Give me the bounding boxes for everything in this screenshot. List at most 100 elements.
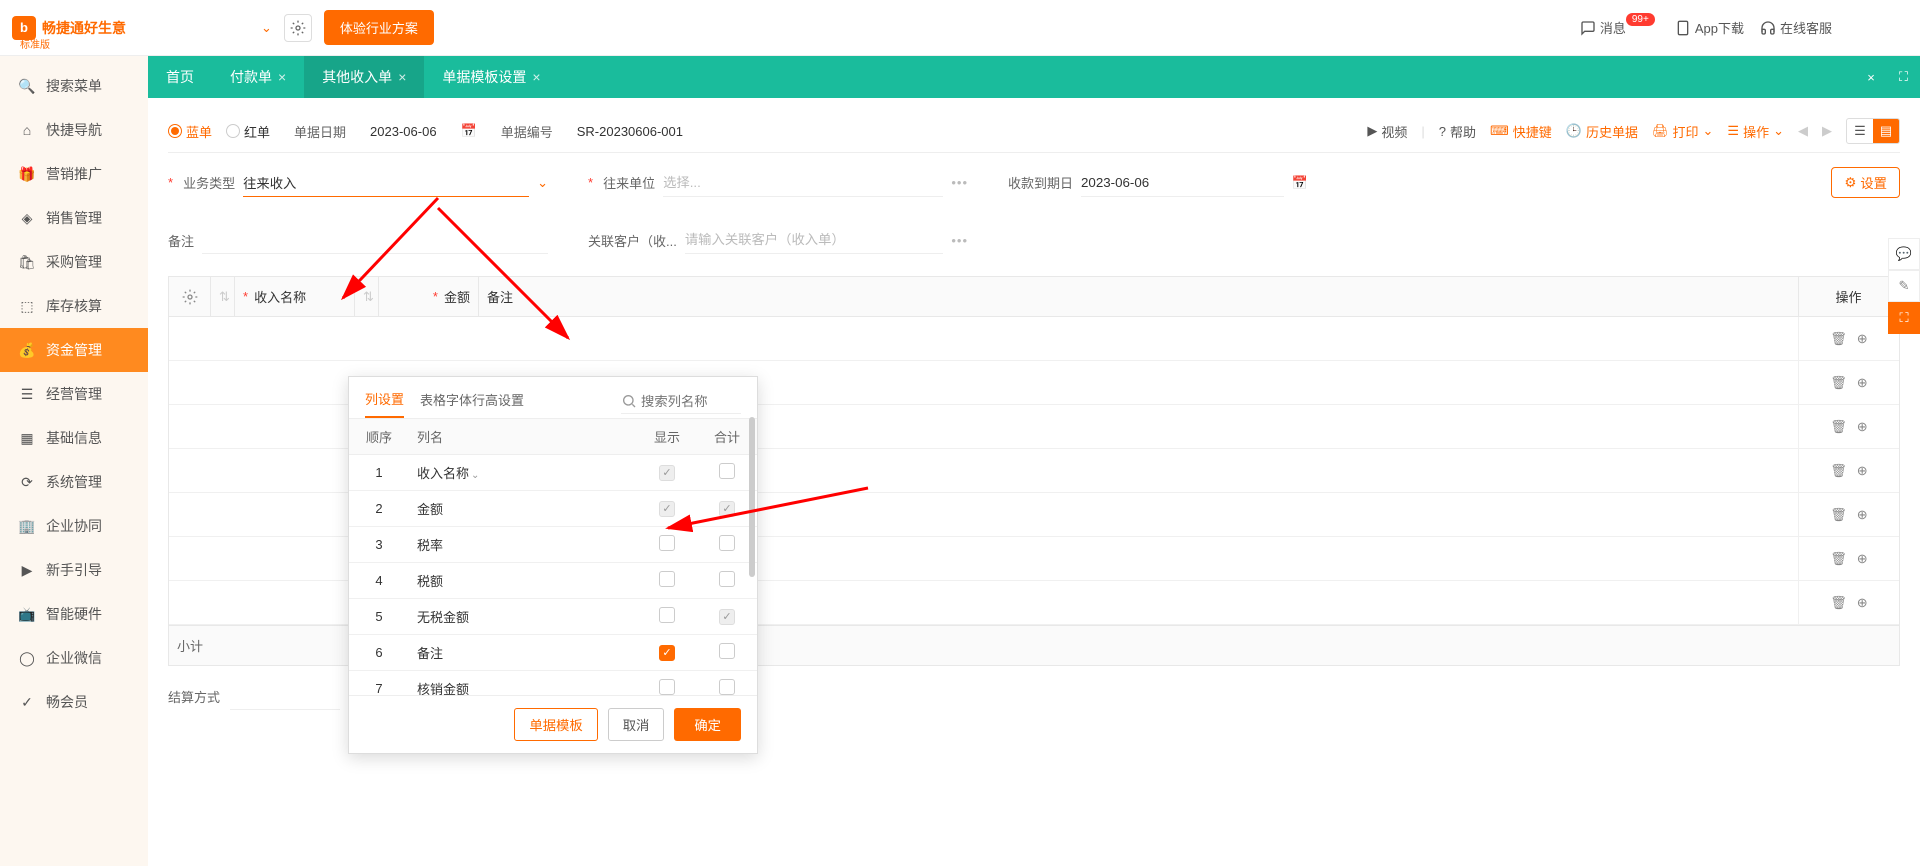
radio-red[interactable]: 红单 [226, 122, 270, 141]
close-icon[interactable]: × [532, 69, 540, 85]
sidebar-item-finance[interactable]: 💰资金管理 [0, 328, 148, 372]
checkbox[interactable] [659, 607, 675, 623]
checkbox[interactable] [659, 501, 675, 517]
tab-home[interactable]: 首页 [148, 56, 212, 98]
radio-blue[interactable]: 蓝单 [168, 122, 212, 141]
remark-input[interactable] [202, 226, 548, 254]
chevron-down-icon[interactable]: ⌄ [261, 20, 272, 36]
calendar-icon[interactable]: 📅 [1292, 175, 1308, 191]
more-icon[interactable]: ••• [951, 233, 968, 248]
view-card-icon[interactable]: ▤ [1873, 119, 1899, 143]
copy-icon[interactable]: ⊕ [1857, 463, 1868, 479]
copy-icon[interactable]: ⊕ [1857, 375, 1868, 391]
unit-input[interactable] [663, 169, 943, 197]
copy-icon[interactable]: ⊕ [1857, 595, 1868, 611]
popup-search-input[interactable] [641, 394, 741, 409]
customer-input[interactable] [685, 226, 944, 254]
th-amount[interactable]: *金额 [379, 277, 479, 316]
sidebar-item-hardware[interactable]: 📺智能硬件 [0, 592, 148, 636]
calendar-icon[interactable]: 📅 [461, 123, 477, 139]
checkbox[interactable] [719, 535, 735, 551]
popup-row[interactable]: 6备注 [349, 635, 757, 671]
sidebar-item-collab[interactable]: 🏢企业协同 [0, 504, 148, 548]
tab-other-income[interactable]: 其他收入单× [304, 56, 424, 98]
view-list-icon[interactable]: ☰ [1847, 119, 1873, 143]
more-icon[interactable]: ••• [951, 175, 968, 190]
confirm-button[interactable]: 确定 [674, 708, 741, 741]
float-edit-icon[interactable]: ✎ [1888, 270, 1920, 302]
sidebar-item-marketing[interactable]: 🎁营销推广 [0, 152, 148, 196]
tab-payment[interactable]: 付款单× [212, 56, 304, 98]
table-row[interactable]: 🗑⊕ [169, 317, 1899, 361]
checkbox[interactable] [659, 571, 675, 587]
message-link[interactable]: 消息 99+ [1580, 18, 1659, 37]
sort-icon[interactable]: ⇅ [211, 277, 235, 316]
support-link[interactable]: 在线客服 [1760, 18, 1832, 37]
popup-row[interactable]: 2金额 [349, 491, 757, 527]
scrollbar[interactable] [749, 417, 755, 577]
th-income[interactable]: *收入名称 [235, 277, 355, 316]
sidebar-item-wecom[interactable]: ◯企业微信 [0, 636, 148, 680]
checkbox[interactable] [659, 465, 675, 481]
delete-icon[interactable]: 🗑 [1830, 595, 1847, 611]
app-download-link[interactable]: App下载 [1675, 18, 1744, 37]
settle-input[interactable] [230, 682, 340, 710]
close-icon[interactable]: × [278, 69, 286, 85]
popup-row[interactable]: 5无税金额 [349, 599, 757, 635]
user-avatar[interactable] [1848, 18, 1908, 37]
popup-row[interactable]: 7核销金额 [349, 671, 757, 695]
checkbox[interactable] [719, 679, 735, 695]
nav-prev-icon[interactable]: ◀ [1798, 123, 1808, 139]
template-button[interactable]: 单据模板 [514, 708, 597, 741]
sidebar-item-business[interactable]: ☰经营管理 [0, 372, 148, 416]
sidebar-item-purchase[interactable]: 🛍采购管理 [0, 240, 148, 284]
operate-link[interactable]: ☰ 操作 ⌄ [1727, 122, 1784, 141]
delete-icon[interactable]: 🗑 [1830, 507, 1847, 523]
sidebar-item-sales[interactable]: ◈销售管理 [0, 196, 148, 240]
sidebar-item-quicknav[interactable]: ⌂快捷导航 [0, 108, 148, 152]
popup-row[interactable]: 3税率 [349, 527, 757, 563]
nav-next-icon[interactable]: ▶ [1822, 123, 1832, 139]
industry-solution-button[interactable]: 体验行业方案 [324, 10, 434, 45]
checkbox[interactable] [719, 501, 735, 517]
sidebar-item-basic[interactable]: ▦基础信息 [0, 416, 148, 460]
help-link[interactable]: ? 帮助 [1439, 122, 1476, 141]
checkbox[interactable] [659, 645, 675, 661]
video-link[interactable]: ▶ 视频 [1367, 122, 1407, 141]
shortcut-link[interactable]: ⌨ 快捷键 [1490, 122, 1552, 141]
delete-icon[interactable]: 🗑 [1830, 463, 1847, 479]
checkbox[interactable] [659, 679, 675, 695]
checkbox[interactable] [719, 463, 735, 479]
chevron-down-icon[interactable]: ⌄ [537, 175, 548, 191]
due-input[interactable] [1081, 169, 1284, 197]
company-name[interactable] [184, 18, 249, 37]
history-link[interactable]: 🕒 历史单据 [1566, 122, 1638, 141]
sidebar-item-inventory[interactable]: ⬚库存核算 [0, 284, 148, 328]
delete-icon[interactable]: 🗑 [1830, 419, 1847, 435]
th-remark[interactable]: 备注 [479, 277, 1799, 316]
popup-row[interactable]: 4税额 [349, 563, 757, 599]
popup-tab-font[interactable]: 表格字体行高设置 [420, 390, 524, 417]
print-link[interactable]: 🖨 打印 ⌄ [1652, 122, 1713, 141]
checkbox[interactable] [659, 535, 675, 551]
sidebar-item-member[interactable]: ✓畅会员 [0, 680, 148, 724]
checkbox[interactable] [719, 571, 735, 587]
settings-button[interactable]: ⚙ 设置 [1831, 167, 1900, 198]
fullscreen-icon[interactable]: ⛶ [1887, 69, 1920, 85]
cancel-button[interactable]: 取消 [608, 708, 665, 741]
popup-tab-columns[interactable]: 列设置 [365, 389, 404, 418]
biz-type-input[interactable] [243, 169, 529, 197]
checkbox[interactable] [719, 609, 735, 625]
close-icon[interactable]: × [398, 69, 406, 85]
float-expand-icon[interactable]: ⛶ [1888, 302, 1920, 334]
settings-gear-button[interactable] [284, 14, 312, 42]
sidebar-item-system[interactable]: ⟳系统管理 [0, 460, 148, 504]
date-value[interactable]: 2023-06-06 [370, 124, 437, 139]
sidebar-item-search[interactable]: 🔍搜索菜单 [0, 64, 148, 108]
delete-icon[interactable]: 🗑 [1830, 551, 1847, 567]
sidebar-item-guide[interactable]: ▶新手引导 [0, 548, 148, 592]
close-all-icon[interactable]: × [1855, 70, 1887, 85]
delete-icon[interactable]: 🗑 [1830, 331, 1847, 347]
float-chat-icon[interactable]: 💬 [1888, 238, 1920, 270]
delete-icon[interactable]: 🗑 [1830, 375, 1847, 391]
